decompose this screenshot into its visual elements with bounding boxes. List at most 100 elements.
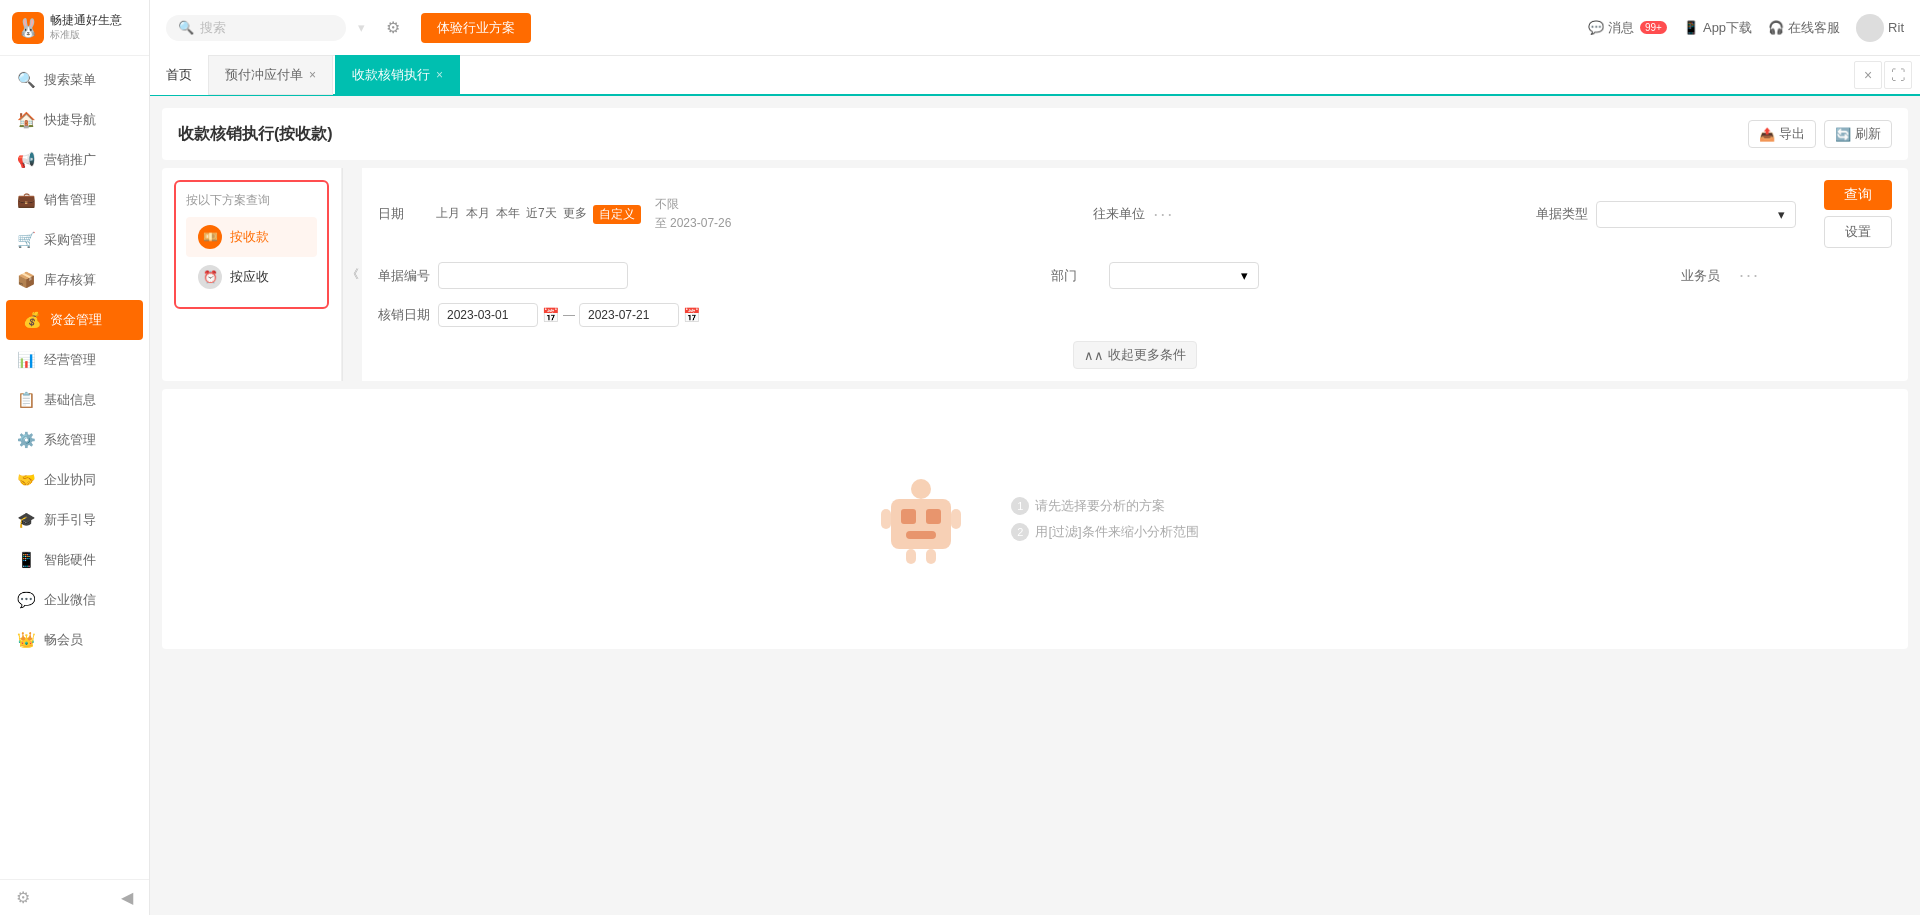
date-7days[interactable]: 近7天 — [526, 205, 557, 224]
sidebar-item-purchase[interactable]: 🛒 采购管理 — [0, 220, 149, 260]
empty-robot-icon — [871, 469, 971, 569]
export-button[interactable]: 📤 导出 — [1748, 120, 1816, 148]
svg-rect-6 — [906, 549, 916, 564]
writeoff-date-range: 📅 — 📅 — [438, 303, 700, 327]
tab-home[interactable]: 首页 — [150, 55, 208, 95]
sidebar-label-member: 畅会员 — [44, 631, 83, 649]
sidebar-item-member[interactable]: 👑 畅会员 — [0, 620, 149, 660]
calendar-icon-end[interactable]: 📅 — [683, 307, 700, 323]
sidebar-logo: 🐰 畅捷通好生意 标准版 — [0, 0, 149, 56]
chevron-down-icon: ▾ — [1778, 207, 1785, 222]
voucher-type-select[interactable]: ▾ — [1596, 201, 1796, 228]
query-button[interactable]: 查询 — [1824, 180, 1892, 210]
voucher-no-filter: 单据编号 — [378, 262, 628, 289]
sidebar-item-cooperation[interactable]: 🤝 企业协同 — [0, 460, 149, 500]
sidebar-label-wechat: 企业微信 — [44, 591, 96, 609]
home-icon: 🏠 — [16, 110, 36, 130]
receipt-icon: 💴 — [198, 225, 222, 249]
page-title: 收款核销执行(按收款) — [178, 124, 333, 145]
service-icon: 🎧 — [1768, 20, 1784, 35]
empty-tip-1: 1 请先选择要分析的方案 — [1011, 497, 1198, 515]
date-more[interactable]: 更多 — [563, 205, 587, 224]
export-icon: 📤 — [1759, 127, 1775, 142]
writeoff-end-input[interactable] — [579, 303, 679, 327]
sidebar-label-guide: 新手引导 — [44, 511, 96, 529]
app-download-btn[interactable]: 📱 App下载 — [1683, 19, 1752, 37]
solution-button[interactable]: 体验行业方案 — [421, 13, 531, 43]
svg-rect-0 — [891, 499, 951, 549]
date-last-month[interactable]: 上月 — [436, 205, 460, 224]
filter-by-receivable[interactable]: ⏰ 按应收 — [186, 257, 317, 297]
form-row-2: 单据编号 部门 ▾ 业务员 ··· — [378, 262, 1892, 289]
sidebar-item-search[interactable]: 🔍 搜索菜单 — [0, 60, 149, 100]
tab-collection-close[interactable]: × — [436, 68, 443, 82]
filter-by-receipt[interactable]: 💴 按收款 — [186, 217, 317, 257]
svg-rect-7 — [926, 549, 936, 564]
sidebar-bottom: ⚙ ◀ — [0, 879, 149, 915]
message-icon: 💬 — [1588, 20, 1604, 35]
sidebar-item-hardware[interactable]: 📱 智能硬件 — [0, 540, 149, 580]
header-search[interactable]: 🔍 搜索 — [166, 15, 346, 41]
form-row-1: 日期 上月 本月 本年 近7天 更多 自定义 不限 至 2023-07-26 — [378, 180, 1892, 248]
avatar — [1856, 14, 1884, 42]
calendar-icon-start[interactable]: 📅 — [542, 307, 559, 323]
tab-close-btn[interactable]: × — [1854, 61, 1882, 89]
sidebar-item-guide[interactable]: 🎓 新手引导 — [0, 500, 149, 540]
sidebar-label-finance: 资金管理 — [50, 311, 102, 329]
sidebar-label-basic-info: 基础信息 — [44, 391, 96, 409]
page-actions: 📤 导出 🔄 刷新 — [1748, 120, 1892, 148]
sidebar-item-quick-nav[interactable]: 🏠 快捷导航 — [0, 100, 149, 140]
date-separator: — — [563, 308, 575, 322]
sidebar-item-operations[interactable]: 📊 经营管理 — [0, 340, 149, 380]
date-this-month[interactable]: 本月 — [466, 205, 490, 224]
sidebar-item-sales[interactable]: 💼 销售管理 — [0, 180, 149, 220]
sidebar-collapse-icon[interactable]: ◀ — [121, 888, 133, 907]
partner-select-btn[interactable]: ··· — [1153, 204, 1174, 225]
svg-rect-1 — [901, 509, 916, 524]
writeoff-start-input[interactable] — [438, 303, 538, 327]
service-btn[interactable]: 🎧 在线客服 — [1768, 19, 1840, 37]
date-shortcuts: 上月 本月 本年 近7天 更多 自定义 — [436, 205, 641, 224]
user-name: Rit — [1888, 20, 1904, 35]
filter-options-box: 按以下方案查询 💴 按收款 ⏰ 按应收 — [174, 180, 329, 309]
svg-rect-4 — [881, 509, 891, 529]
tab-prepay-close[interactable]: × — [309, 68, 316, 82]
partner-label: 往来单位 — [1093, 205, 1145, 223]
tab-fullscreen-btn[interactable]: ⛶ — [1884, 61, 1912, 89]
partner-filter: 往来单位 ··· — [1093, 204, 1174, 225]
dept-select[interactable]: ▾ — [1109, 262, 1259, 289]
tab-prepay[interactable]: 预付冲应付单 × — [208, 55, 333, 95]
refresh-button[interactable]: 🔄 刷新 — [1824, 120, 1892, 148]
sidebar-menu: 🔍 搜索菜单 🏠 快捷导航 📢 营销推广 💼 销售管理 🛒 采购管理 📦 库存核… — [0, 56, 149, 879]
header-settings-btn[interactable]: ⚙ — [377, 12, 409, 44]
messages-btn[interactable]: 💬 消息 99+ — [1588, 19, 1667, 37]
svg-rect-5 — [951, 509, 961, 529]
tip-num-2: 2 — [1011, 523, 1029, 541]
tip-text-2: 用[过滤]条件来缩小分析范围 — [1035, 523, 1198, 541]
sidebar-item-system[interactable]: ⚙️ 系统管理 — [0, 420, 149, 460]
filter-section: 按以下方案查询 💴 按收款 ⏰ 按应收 《 — [162, 168, 1908, 381]
sidebar-label-purchase: 采购管理 — [44, 231, 96, 249]
tab-collection[interactable]: 收款核销执行 × — [335, 55, 460, 95]
user-info[interactable]: Rit — [1856, 14, 1904, 42]
sidebar-item-basic-info[interactable]: 📋 基础信息 — [0, 380, 149, 420]
sidebar-label-operations: 经营管理 — [44, 351, 96, 369]
sidebar-item-marketing[interactable]: 📢 营销推广 — [0, 140, 149, 180]
search-icon: 🔍 — [16, 70, 36, 90]
sidebar-item-finance[interactable]: 💰 资金管理 — [6, 300, 143, 340]
system-icon: ⚙️ — [16, 430, 36, 450]
voucher-no-input[interactable] — [438, 262, 628, 289]
sidebar-item-wechat[interactable]: 💬 企业微信 — [0, 580, 149, 620]
more-conditions-btn[interactable]: ∧∧ 收起更多条件 — [1073, 341, 1197, 369]
staff-select-btn[interactable]: ··· — [1739, 265, 1760, 286]
voucher-type-filter: 单据类型 ▾ — [1536, 201, 1796, 228]
collapse-panel-btn[interactable]: 《 — [342, 168, 362, 381]
chevron-up-icon: ∧∧ — [1084, 348, 1104, 363]
settings-button-2[interactable]: 设置 — [1824, 216, 1892, 248]
sidebar-item-inventory[interactable]: 📦 库存核算 — [0, 260, 149, 300]
app-name: 畅捷通好生意 — [50, 13, 122, 29]
date-custom[interactable]: 自定义 — [593, 205, 641, 224]
date-this-year[interactable]: 本年 — [496, 205, 520, 224]
app-logo-icon: 🐰 — [12, 12, 44, 44]
bottom-settings-icon[interactable]: ⚙ — [16, 888, 30, 907]
